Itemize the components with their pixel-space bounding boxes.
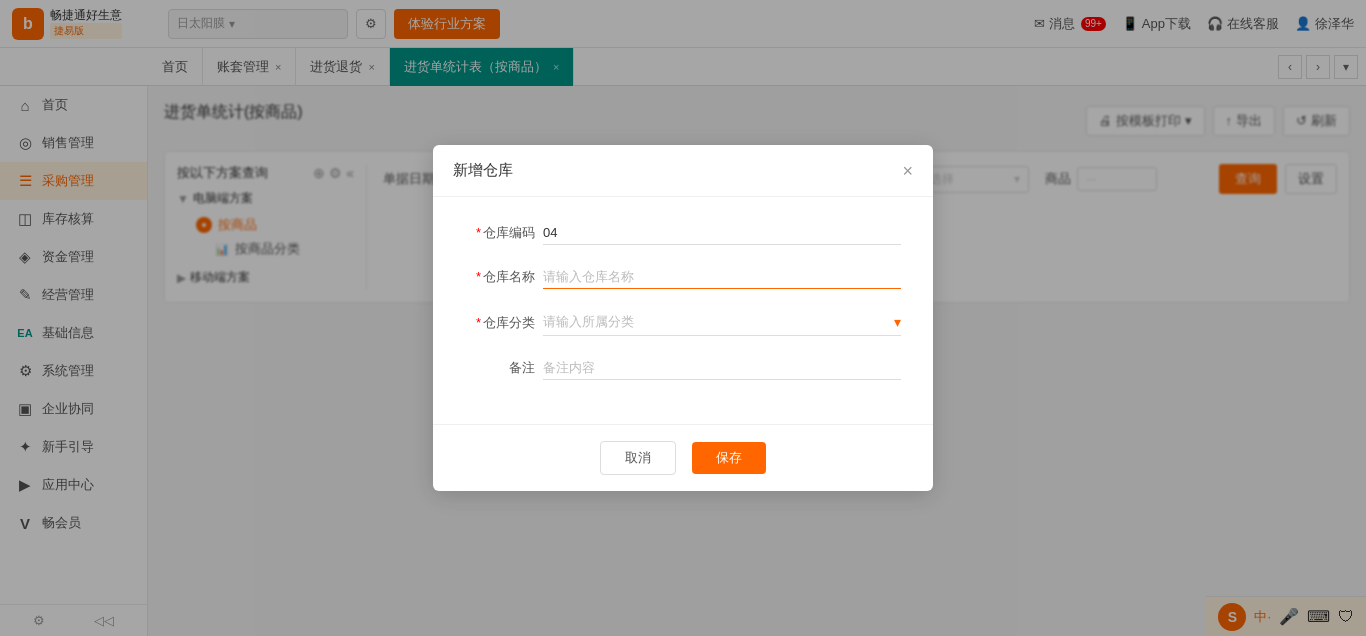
- category-select[interactable]: 请输入所属分类 ▾: [543, 309, 901, 336]
- modal-title: 新增仓库: [453, 161, 513, 180]
- form-row-name: *仓库名称: [465, 265, 901, 289]
- modal-header: 新增仓库 ×: [433, 145, 933, 197]
- modal-close-button[interactable]: ×: [902, 162, 913, 180]
- form-row-category: *仓库分类 请输入所属分类 ▾: [465, 309, 901, 336]
- cancel-button[interactable]: 取消: [600, 441, 676, 475]
- save-button[interactable]: 保存: [692, 442, 766, 474]
- add-warehouse-modal: 新增仓库 × *仓库编码 *仓库名称 *仓库分类: [433, 145, 933, 491]
- category-label: *仓库分类: [465, 314, 535, 332]
- remark-label: 备注: [465, 359, 535, 377]
- form-row-code: *仓库编码: [465, 221, 901, 245]
- code-label: *仓库编码: [465, 224, 535, 242]
- name-input[interactable]: [543, 265, 901, 289]
- remark-input[interactable]: [543, 356, 901, 380]
- modal-body: *仓库编码 *仓库名称 *仓库分类 请输入所属分类 ▾: [433, 197, 933, 424]
- form-row-remark: 备注: [465, 356, 901, 380]
- category-placeholder: 请输入所属分类: [543, 313, 894, 331]
- category-dropdown-icon: ▾: [894, 314, 901, 330]
- modal-overlay: 新增仓库 × *仓库编码 *仓库名称 *仓库分类: [0, 0, 1366, 636]
- modal-footer: 取消 保存: [433, 424, 933, 491]
- name-label: *仓库名称: [465, 268, 535, 286]
- code-input[interactable]: [543, 221, 901, 245]
